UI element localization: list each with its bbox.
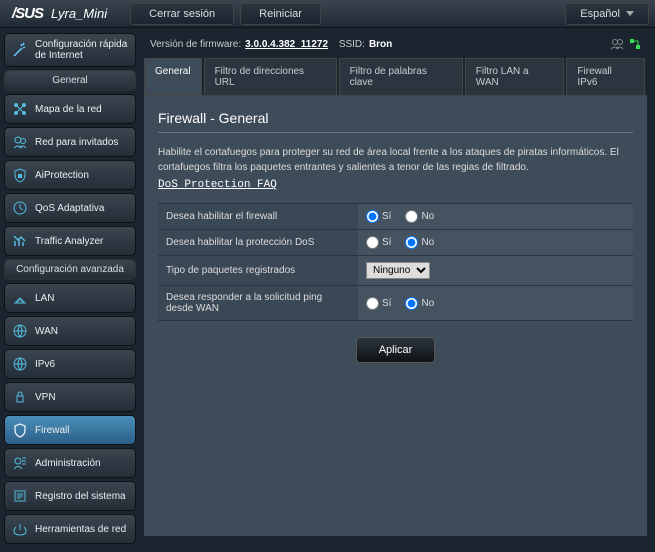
tab-firewall-ipv6[interactable]: Firewall IPv6 (566, 58, 645, 95)
link-icon[interactable] (629, 38, 641, 50)
ping-wan-radio[interactable]: Sí No (366, 297, 625, 310)
sidebar-item-firewall[interactable]: Firewall (4, 415, 136, 445)
sidebar-item-aiprotection[interactable]: AiProtection (4, 160, 136, 190)
menu-icon (11, 421, 29, 439)
sidebar-item-red-para-invitados[interactable]: Red para invitados (4, 127, 136, 157)
sidebar-item-label: Administración (35, 458, 101, 469)
sidebar-item-label: WAN (35, 326, 58, 337)
sidebar-item-wan[interactable]: WAN (4, 316, 136, 346)
label-packet-type: Tipo de paquetes registrados (158, 256, 358, 286)
sidebar-item-qos-adaptativa[interactable]: QoS Adaptativa (4, 193, 136, 223)
description: Habilite el cortafuegos para proteger su… (158, 145, 633, 175)
firmware-version[interactable]: 3.0.0.4.382_11272 (245, 39, 328, 50)
menu-icon (11, 199, 29, 217)
menu-icon (11, 133, 29, 151)
menu-icon (11, 322, 29, 340)
label-ping-wan: Desea responder a la solicitud ping desd… (158, 286, 358, 321)
main-content: Versión de firmware: 3.0.0.4.382_11272 S… (140, 28, 655, 552)
logout-button[interactable]: Cerrar sesión (130, 3, 234, 25)
wand-icon (11, 41, 29, 59)
tab-filtro-de-palabras-clave[interactable]: Filtro de palabras clave (339, 58, 463, 95)
tab-general[interactable]: General (144, 58, 202, 95)
sidebar-item-herramientas-de-red[interactable]: Herramientas de red (4, 514, 136, 544)
sidebar-advanced-header: Configuración avanzada (4, 259, 136, 280)
settings-table: Desea habilitar el firewall Sí No Desea … (158, 203, 633, 321)
sidebar-item-label: Configuración rápida de Internet (35, 39, 129, 61)
sidebar-item-label: Mapa de la red (35, 104, 102, 115)
sidebar-item-label: VPN (35, 392, 56, 403)
menu-icon (11, 166, 29, 184)
sidebar-item-label: QoS Adaptativa (35, 203, 105, 214)
ssid-value: Bron (369, 39, 392, 50)
sidebar-quick-setup[interactable]: Configuración rápida de Internet (4, 33, 136, 67)
menu-icon (11, 355, 29, 373)
tabs: GeneralFiltro de direcciones URLFiltro d… (144, 58, 647, 96)
label-enable-firewall: Desea habilitar el firewall (158, 204, 358, 230)
panel: Firewall - General Habilite el cortafueg… (144, 96, 647, 536)
faq-link[interactable]: DoS Protection FAQ (158, 179, 277, 191)
enable-dos-radio[interactable]: Sí No (366, 236, 625, 249)
menu-icon (11, 520, 29, 538)
label-enable-dos: Desea habilitar la protección DoS (158, 230, 358, 256)
chevron-down-icon (626, 11, 634, 16)
sidebar-item-vpn[interactable]: VPN (4, 382, 136, 412)
firmware-bar: Versión de firmware: 3.0.0.4.382_11272 S… (144, 34, 647, 54)
sidebar-item-ipv6[interactable]: IPv6 (4, 349, 136, 379)
topbar: /SUS Lyra_Mini Cerrar sesión Reiniciar E… (0, 0, 655, 28)
users-icon[interactable] (610, 38, 624, 50)
menu-icon (11, 232, 29, 250)
menu-icon (11, 100, 29, 118)
language-label: Español (580, 8, 620, 20)
sidebar-item-traffic-analyzer[interactable]: Traffic Analyzer (4, 226, 136, 256)
tab-filtro-lan-a-wan[interactable]: Filtro LAN a WAN (465, 58, 565, 95)
sidebar-item-label: Registro del sistema (35, 491, 126, 502)
sidebar: Configuración rápida de Internet General… (0, 28, 140, 552)
menu-icon (11, 289, 29, 307)
menu-icon (11, 454, 29, 472)
sidebar-item-label: Red para invitados (35, 137, 118, 148)
tab-filtro-de-direcciones-url[interactable]: Filtro de direcciones URL (204, 58, 337, 95)
sidebar-item-label: Traffic Analyzer (35, 236, 103, 247)
sidebar-item-label: AiProtection (35, 170, 89, 181)
sidebar-item-lan[interactable]: LAN (4, 283, 136, 313)
packet-type-select[interactable]: Ninguno (366, 262, 430, 279)
sidebar-general-header: General (4, 70, 136, 91)
sidebar-item-label: LAN (35, 293, 54, 304)
sidebar-item-administración[interactable]: Administración (4, 448, 136, 478)
sidebar-item-label: IPv6 (35, 359, 55, 370)
apply-button[interactable]: Aplicar (356, 337, 436, 363)
menu-icon (11, 388, 29, 406)
page-title: Firewall - General (158, 110, 633, 126)
sidebar-item-registro-del-sistema[interactable]: Registro del sistema (4, 481, 136, 511)
language-selector[interactable]: Español (565, 3, 649, 25)
reboot-button[interactable]: Reiniciar (240, 3, 321, 25)
brand-logo: /SUS (0, 5, 51, 22)
menu-icon (11, 487, 29, 505)
sidebar-item-mapa-de-la-red[interactable]: Mapa de la red (4, 94, 136, 124)
sidebar-item-label: Firewall (35, 425, 69, 436)
sidebar-item-label: Herramientas de red (35, 524, 126, 535)
product-name: Lyra_Mini (51, 6, 127, 21)
enable-firewall-radio[interactable]: Sí No (366, 210, 625, 223)
